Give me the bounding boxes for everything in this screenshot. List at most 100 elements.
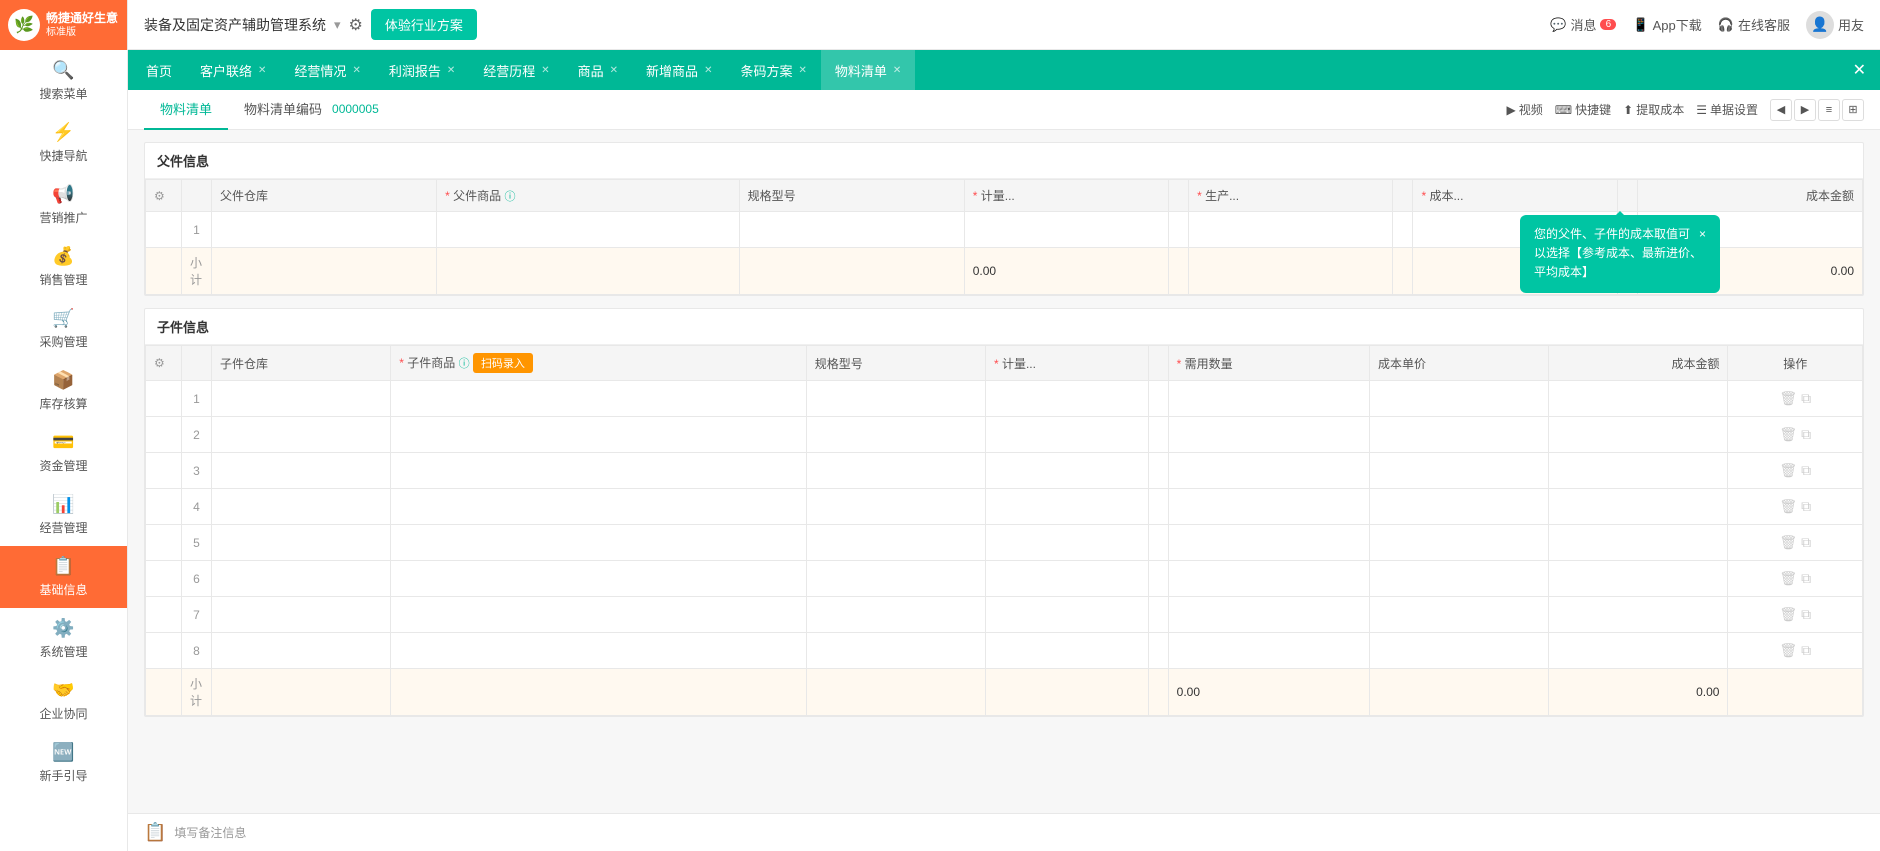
- child-cell-warehouse-7[interactable]: [212, 597, 391, 633]
- child-cell-unit-cost-8[interactable]: [1369, 633, 1548, 669]
- copy-icon-6[interactable]: ⧉: [1801, 570, 1811, 587]
- child-cell-unit-cost-6[interactable]: [1369, 561, 1548, 597]
- child-cell-spec-2[interactable]: [806, 417, 985, 453]
- child-cell-unit-8[interactable]: [985, 633, 1148, 669]
- delete-icon-7[interactable]: 🗑: [1779, 606, 1797, 623]
- parent-cell-production[interactable]: [1189, 212, 1393, 248]
- child-cell-product-1[interactable]: [391, 381, 806, 417]
- close-profit-icon[interactable]: ✕: [447, 65, 455, 76]
- tab-goods[interactable]: 商品✕: [564, 50, 632, 90]
- user-btn[interactable]: 👤 用友: [1806, 11, 1864, 39]
- close-all-tabs-btn[interactable]: ✕: [1843, 60, 1876, 80]
- child-cell-product-8[interactable]: [391, 633, 806, 669]
- child-cell-spec-6[interactable]: [806, 561, 985, 597]
- child-cell-product-4[interactable]: [391, 489, 806, 525]
- nav-next-btn[interactable]: ▶: [1794, 99, 1816, 121]
- copy-icon-8[interactable]: ⧉: [1801, 642, 1811, 659]
- child-cell-spec-3[interactable]: [806, 453, 985, 489]
- child-cell-spec-4[interactable]: [806, 489, 985, 525]
- child-cell-spec-1[interactable]: [806, 381, 985, 417]
- close-barcode-icon[interactable]: ✕: [798, 65, 806, 76]
- sidebar-item-marketing[interactable]: 📢 营销推广: [0, 174, 127, 236]
- tooltip-close-btn[interactable]: ×: [1699, 225, 1706, 244]
- dropdown-icon[interactable]: ▾: [334, 17, 341, 33]
- child-cell-unit-1[interactable]: [985, 381, 1148, 417]
- child-cell-unit-cost-3[interactable]: [1369, 453, 1548, 489]
- delete-icon-2[interactable]: 🗑: [1779, 426, 1797, 443]
- tab-business[interactable]: 经营情况✕: [280, 50, 374, 90]
- parent-cell-product[interactable]: [437, 212, 739, 248]
- tab-bom[interactable]: 物料清单✕: [821, 50, 915, 90]
- child-cell-warehouse-4[interactable]: [212, 489, 391, 525]
- delete-icon-5[interactable]: 🗑: [1779, 534, 1797, 551]
- subtab-bom-code[interactable]: 物料清单编码 0000005: [228, 90, 395, 130]
- sidebar-item-quick-nav[interactable]: ⚡ 快捷导航: [0, 112, 127, 174]
- message-btn[interactable]: 💬 消息 6: [1550, 15, 1616, 34]
- child-cell-unit-cost-2[interactable]: [1369, 417, 1548, 453]
- child-cell-unit-cost-4[interactable]: [1369, 489, 1548, 525]
- sidebar-item-sales[interactable]: 💰 销售管理: [0, 236, 127, 298]
- tab-new-goods[interactable]: 新增商品✕: [632, 50, 726, 90]
- child-cell-spec-8[interactable]: [806, 633, 985, 669]
- child-cell-unit-6[interactable]: [985, 561, 1148, 597]
- child-cell-unit-cost-5[interactable]: [1369, 525, 1548, 561]
- child-cell-qty-5[interactable]: [1168, 525, 1369, 561]
- child-cell-unit-cost-7[interactable]: [1369, 597, 1548, 633]
- delete-icon-6[interactable]: 🗑: [1779, 570, 1797, 587]
- child-cell-qty-2[interactable]: [1168, 417, 1369, 453]
- close-history-icon[interactable]: ✕: [541, 65, 549, 76]
- child-cell-qty-8[interactable]: [1168, 633, 1369, 669]
- sidebar-item-basic[interactable]: 📋 基础信息: [0, 546, 127, 608]
- child-cell-unit-3[interactable]: [985, 453, 1148, 489]
- child-cell-qty-4[interactable]: [1168, 489, 1369, 525]
- sidebar-item-purchase[interactable]: 🛒 采购管理: [0, 298, 127, 360]
- copy-icon-3[interactable]: ⧉: [1801, 462, 1811, 479]
- child-cell-warehouse-3[interactable]: [212, 453, 391, 489]
- sidebar-item-system[interactable]: ⚙️ 系统管理: [0, 608, 127, 670]
- service-btn[interactable]: 🎧 在线客服: [1718, 15, 1790, 34]
- close-customers-icon[interactable]: ✕: [258, 65, 266, 76]
- parent-cell-unit[interactable]: [964, 212, 1168, 248]
- delete-icon-1[interactable]: 🗑: [1779, 390, 1797, 407]
- child-cell-unit-7[interactable]: [985, 597, 1148, 633]
- tab-history[interactable]: 经营历程✕: [469, 50, 563, 90]
- child-cell-spec-7[interactable]: [806, 597, 985, 633]
- tab-home[interactable]: 首页: [132, 50, 186, 90]
- sidebar-item-finance[interactable]: 💳 资金管理: [0, 422, 127, 484]
- child-cell-qty-7[interactable]: [1168, 597, 1369, 633]
- copy-icon-5[interactable]: ⧉: [1801, 534, 1811, 551]
- tab-customers[interactable]: 客户联络✕: [186, 50, 280, 90]
- child-cell-warehouse-6[interactable]: [212, 561, 391, 597]
- child-cell-warehouse-5[interactable]: [212, 525, 391, 561]
- delete-icon-8[interactable]: 🗑: [1779, 642, 1797, 659]
- child-cell-warehouse-8[interactable]: [212, 633, 391, 669]
- copy-icon-2[interactable]: ⧉: [1801, 426, 1811, 443]
- app-download-btn[interactable]: 📱 App下载: [1632, 15, 1701, 34]
- nav-expand-btn[interactable]: ⊞: [1842, 99, 1864, 121]
- delete-icon-4[interactable]: 🗑: [1779, 498, 1797, 515]
- extract-cost-btn[interactable]: ⬆ 提取成本: [1623, 101, 1684, 118]
- child-cell-product-5[interactable]: [391, 525, 806, 561]
- sidebar-item-ops[interactable]: 📊 经营管理: [0, 484, 127, 546]
- sidebar-item-collab[interactable]: 🤝 企业协同: [0, 670, 127, 732]
- nav-list-btn[interactable]: ≡: [1818, 99, 1840, 121]
- child-cell-unit-5[interactable]: [985, 525, 1148, 561]
- child-cell-spec-5[interactable]: [806, 525, 985, 561]
- sidebar-item-inventory[interactable]: 📦 库存核算: [0, 360, 127, 422]
- scan-btn[interactable]: 扫码录入: [473, 353, 533, 373]
- child-cell-product-3[interactable]: [391, 453, 806, 489]
- child-cell-product-2[interactable]: [391, 417, 806, 453]
- child-cell-product-7[interactable]: [391, 597, 806, 633]
- child-cell-unit-4[interactable]: [985, 489, 1148, 525]
- notes-label[interactable]: 填写备注信息: [174, 824, 246, 841]
- tab-barcode[interactable]: 条码方案✕: [726, 50, 820, 90]
- tab-profit[interactable]: 利润报告✕: [375, 50, 469, 90]
- view-btn[interactable]: ▶ 视频: [1507, 101, 1543, 118]
- child-cell-qty-1[interactable]: [1168, 381, 1369, 417]
- single-settings-btn[interactable]: ☰ 单据设置: [1696, 101, 1758, 118]
- child-col-settings[interactable]: ⚙: [146, 346, 182, 381]
- child-cell-warehouse-2[interactable]: [212, 417, 391, 453]
- close-bom-icon[interactable]: ✕: [893, 65, 901, 76]
- parent-cell-warehouse[interactable]: [212, 212, 437, 248]
- shortcut-btn[interactable]: ⌨ 快捷键: [1555, 101, 1611, 118]
